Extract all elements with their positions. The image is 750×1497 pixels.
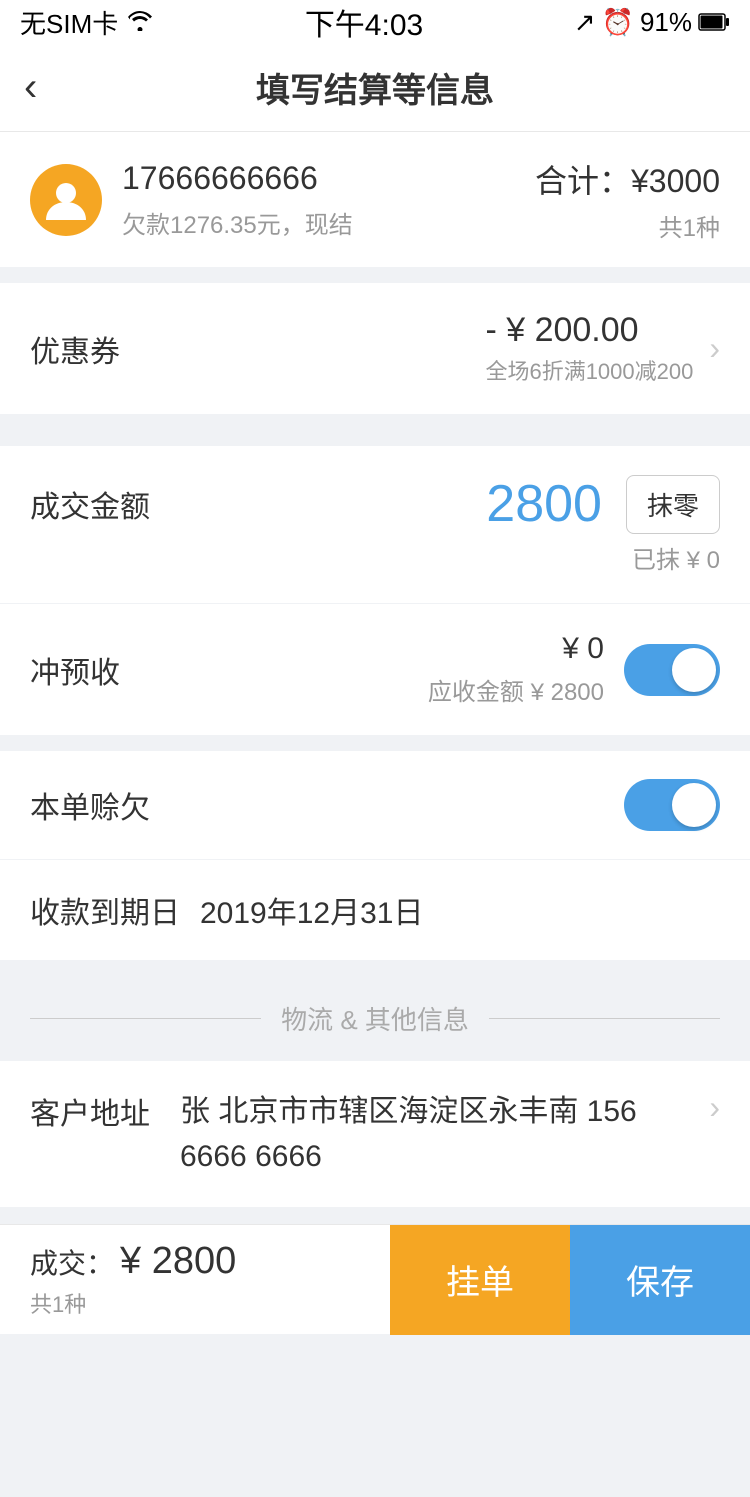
coupon-discount: - ¥ 200.00 [485,311,693,350]
address-label: 客户地址 [30,1089,150,1133]
battery-percent: 91% [640,7,692,38]
coupon-info: - ¥ 200.00 全场6折满1000减200 [485,311,693,386]
section-divider-2 [0,735,750,751]
bottom-count: 共1种 [30,1287,360,1319]
avatar [30,164,102,236]
page-title: 填写结算等信息 [256,63,494,112]
status-bar-right: ↗ ⏰ 91% [574,7,730,38]
amount-row: 成交金额 2800 抹零 [30,474,720,534]
amount-label: 成交金额 [30,482,150,526]
amount-section: 成交金额 2800 抹零 已抹 ¥ 0 [0,446,750,603]
address-chevron-icon: › [709,1089,720,1126]
coupon-desc: 全场6折满1000减200 [485,354,693,386]
customer-debt: 欠款1276.35元，现结 [122,205,353,240]
total-count: 共1种 [535,208,720,243]
chevron-right-icon: › [709,330,720,367]
bottom-bar: 成交： ¥ 2800 共1种 挂单 保存 [0,1224,750,1334]
toggle-knob [672,648,716,692]
precharge-amount-info: ¥ 0 应收金额 ¥ 2800 [428,632,604,707]
coupon-right: - ¥ 200.00 全场6折满1000减200 › [485,311,720,386]
hang-button[interactable]: 挂单 [390,1225,570,1335]
debt-section: 本单赊欠 [0,751,750,859]
precharge-value: ¥ 0 [428,632,604,666]
round-button[interactable]: 抹零 [626,475,720,534]
debt-toggle[interactable] [624,779,720,831]
address-value: 张 北京市市辖区海淀区永丰南 156 6666 6666 [180,1089,709,1179]
customer-info: 17666666666 欠款1276.35元，现结 [122,160,353,240]
location-icon: ↗ [574,7,596,38]
logistics-text: 物流 & 其他信息 [281,1000,469,1037]
deal-amount: ¥ 2800 [120,1240,236,1283]
bottom-summary: 成交： ¥ 2800 共1种 [0,1240,390,1319]
no-sim-label: 无SIM卡 [20,4,118,41]
precharge-right: ¥ 0 应收金额 ¥ 2800 [428,632,720,707]
section-divider-1 [0,430,750,446]
coupon-label: 优惠券 [30,327,120,371]
customer-phone: 17666666666 [122,160,353,197]
customer-section: 17666666666 欠款1276.35元，现结 合计：¥3000 共1种 [0,132,750,267]
amount-right: 2800 抹零 [486,474,720,534]
deal-row: 成交： ¥ 2800 [30,1240,360,1283]
customer-left: 17666666666 欠款1276.35元，现结 [30,160,353,240]
battery-icon [698,7,730,38]
nav-bar: ‹ 填写结算等信息 [0,44,750,132]
wifi-icon [126,7,154,38]
precharge-section: 冲预收 ¥ 0 应收金额 ¥ 2800 [0,603,750,735]
total-amount: 合计：¥3000 [535,156,720,202]
logistics-line-left [30,1018,261,1019]
debt-toggle-knob [672,783,716,827]
back-button[interactable]: ‹ [24,65,37,110]
precharge-receivable: 应收金额 ¥ 2800 [428,672,604,707]
logistics-header: 物流 & 其他信息 [0,976,750,1061]
logistics-line-right [489,1018,720,1019]
precharge-toggle[interactable] [624,644,720,696]
section-divider-3 [0,960,750,976]
debt-label: 本单赊欠 [30,783,150,827]
status-bar: 无SIM卡 下午4:03 ↗ ⏰ 91% [0,0,750,44]
duedate-section: 收款到期日 2019年12月31日 [0,859,750,960]
duedate-label: 收款到期日 [30,888,180,932]
save-button[interactable]: 保存 [570,1225,750,1335]
deal-label: 成交： [30,1242,114,1282]
customer-right: 合计：¥3000 共1种 [535,156,720,243]
user-icon [41,175,91,225]
precharge-label: 冲预收 [30,648,120,692]
address-chevron: › [709,1089,720,1126]
duedate-value: 2019年12月31日 [200,888,423,932]
amount-value: 2800 [486,474,602,534]
status-bar-time: 下午4:03 [305,0,423,44]
amount-sub: 已抹 ¥ 0 [30,540,720,575]
address-section[interactable]: 客户地址 张 北京市市辖区海淀区永丰南 156 6666 6666 › [0,1061,750,1207]
alarm-icon: ⏰ [602,7,634,38]
status-bar-left: 无SIM卡 [20,4,154,41]
coupon-section[interactable]: 优惠券 - ¥ 200.00 全场6折满1000减200 › [0,283,750,414]
